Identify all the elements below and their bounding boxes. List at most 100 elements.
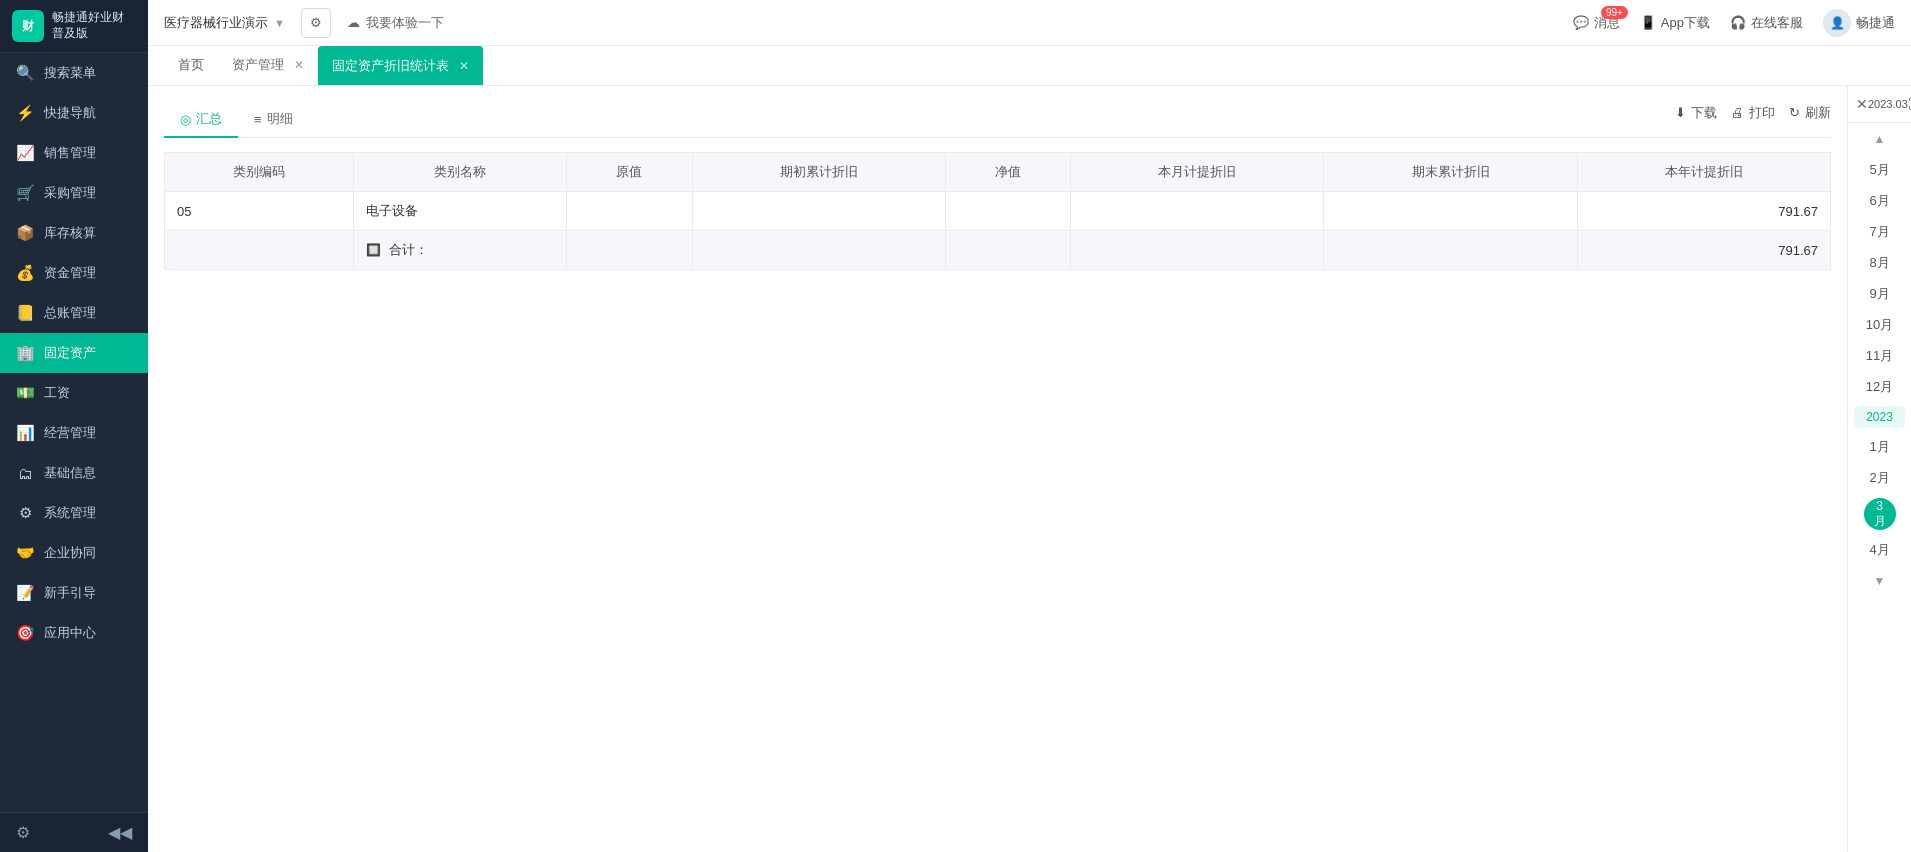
customer-service-label: 在线客服 [1751,14,1803,32]
cell-total-period-end-dep [1324,231,1577,270]
sidebar-item-inventory[interactable]: 📦 库存核算 [0,213,148,253]
cell-initial-dep-0 [692,192,945,231]
depreciation-table-wrapper: 类别编码 类别名称 原值 期初累计折旧 净值 本月计提折旧 期末累计折旧 本年计… [164,152,1831,836]
download-button[interactable]: ⬇ 下载 [1675,104,1717,122]
topbar-settings-button[interactable]: ⚙ [301,8,331,38]
col-header-initial-depreciation: 期初累计折旧 [692,153,945,192]
sidebar-item-fixed-assets[interactable]: 🏢 固定资产 [0,333,148,373]
sidebar-item-system[interactable]: ⚙ 系统管理 [0,493,148,533]
tab-bar: 首页 资产管理 ✕ 固定资产折旧统计表 ✕ [148,46,1911,86]
refresh-button[interactable]: ↻ 刷新 [1789,104,1831,122]
date-month-item[interactable]: 9月 [1854,279,1905,309]
cell-total-yearly-dep: 791.67 [1577,231,1830,270]
ledger-icon: 📒 [16,304,34,322]
sidebar-item-label-purchase: 采购管理 [44,184,96,202]
tab-fixed-asset-label: 固定资产折旧统计表 [332,57,449,75]
sidebar-item-payroll[interactable]: 💵 工资 [0,373,148,413]
company-selector[interactable]: 医疗器械行业演示 ▼ [164,14,285,32]
tab-fixed-asset-depreciation[interactable]: 固定资产折旧统计表 ✕ [318,46,483,85]
tab-asset-management[interactable]: 资产管理 ✕ [218,46,318,85]
sidebar-item-label-operations: 经营管理 [44,424,96,442]
company-dropdown-icon: ▼ [274,17,285,29]
message-badge: 99+ [1601,6,1628,19]
date-month-item[interactable]: 6月 [1854,186,1905,216]
cell-total-label: 🔲 合计： [354,231,567,270]
date-month-item[interactable]: 4月 [1854,535,1905,565]
sidebar-item-sales[interactable]: 📈 销售管理 [0,133,148,173]
sidebar-item-quick-nav[interactable]: ⚡ 快捷导航 [0,93,148,133]
tab-home[interactable]: 首页 [164,46,218,85]
subtab-summary[interactable]: ◎ 汇总 [164,102,238,138]
sidebar-item-guide[interactable]: 📝 新手引导 [0,573,148,613]
collapse-icon[interactable]: ◀◀ [108,823,132,842]
close-panel-button[interactable]: ✕ [1856,96,1868,112]
sidebar-item-label-system: 系统管理 [44,504,96,522]
total-label-text: 合计： [389,242,428,257]
download-label: 下载 [1691,104,1717,122]
date-month-item[interactable]: 12月 [1854,372,1905,402]
sidebar-item-operations[interactable]: 📊 经营管理 [0,413,148,453]
avatar: 👤 [1823,9,1851,37]
content-area: ◎ 汇总 ≡ 明细 ⬇ 下载 🖨 打印 [148,86,1911,852]
app-download-button[interactable]: 📱 App下载 [1640,14,1710,32]
date-month-item[interactable]: 2月 [1854,463,1905,493]
total-icon: 🔲 [366,243,381,257]
print-label: 打印 [1749,104,1775,122]
cell-name-0: 电子设备 [354,192,567,231]
download-icon: ⬇ [1675,105,1686,120]
subtab-detail-label: 明细 [267,110,293,128]
refresh-label: 刷新 [1805,104,1831,122]
sidebar-logo: 财 畅捷通好业财 普及版 [0,0,148,53]
date-month-current[interactable]: 3月 [1864,498,1896,530]
sidebar-item-app-center[interactable]: 🎯 应用中心 [0,613,148,653]
date-sidebar: ▲ 5月 6月 7月 8月 9月 10月 11月 12月 2023 1月 2月 … [1848,123,1911,852]
message-button[interactable]: 💬 消息 99+ [1573,14,1620,32]
col-header-monthly-depreciation: 本月计提折旧 [1071,153,1324,192]
print-button[interactable]: 🖨 打印 [1731,104,1775,122]
guide-icon: 📝 [16,584,34,602]
user-menu[interactable]: 👤 畅捷通 [1823,9,1895,37]
settings-icon[interactable]: ⚙ [16,823,30,842]
sidebar-nav: 🔍 搜索菜单 ⚡ 快捷导航 📈 销售管理 🛒 采购管理 📦 库存核算 💰 资金管… [0,53,148,812]
sidebar-item-search[interactable]: 🔍 搜索菜单 [0,53,148,93]
tab-asset-management-close[interactable]: ✕ [294,58,304,72]
fixed-assets-icon: 🏢 [16,344,34,362]
sidebar-bottom: ⚙ ◀◀ [0,812,148,852]
search-nav-icon: 🔍 [16,64,34,82]
tab-fixed-asset-close[interactable]: ✕ [459,59,469,73]
date-month-item[interactable]: 1月 [1854,432,1905,462]
date-nav-up[interactable]: ▲ [1868,127,1892,151]
user-label: 畅捷通 [1856,14,1895,32]
date-month-item[interactable]: 5月 [1854,155,1905,185]
logo-icon: 财 [12,10,44,42]
date-panel-header: ✕ 2023.03 ⛶ [1848,86,1911,123]
basic-info-icon: 🗂 [16,464,34,482]
sidebar-item-funds[interactable]: 💰 资金管理 [0,253,148,293]
customer-service-button[interactable]: 🎧 在线客服 [1730,14,1803,32]
sidebar-item-ledger[interactable]: 📒 总账管理 [0,293,148,333]
sidebar-item-enterprise[interactable]: 🤝 企业协同 [0,533,148,573]
quick-nav-icon: ⚡ [16,104,34,122]
sidebar-item-label-enterprise: 企业协同 [44,544,96,562]
funds-icon: 💰 [16,264,34,282]
date-month-item[interactable]: 8月 [1854,248,1905,278]
date-nav-down[interactable]: ▼ [1868,569,1892,593]
col-header-net-value: 净值 [945,153,1070,192]
experience-button[interactable]: ☁ 我要体验一下 [347,14,444,32]
toolbar: ⬇ 下载 🖨 打印 ↻ 刷新 [1675,104,1831,122]
date-month-item[interactable]: 10月 [1854,310,1905,340]
date-month-item[interactable]: 11月 [1854,341,1905,371]
date-month-item[interactable]: 7月 [1854,217,1905,247]
logo-text: 畅捷通好业财 普及版 [52,10,124,41]
sidebar-item-purchase[interactable]: 🛒 采购管理 [0,173,148,213]
cell-net-value-0 [945,192,1070,231]
system-icon: ⚙ [16,504,34,522]
operations-icon: 📊 [16,424,34,442]
experience-label: 我要体验一下 [366,14,444,32]
sidebar-item-label-ledger: 总账管理 [44,304,96,322]
logo-title: 畅捷通好业财 [52,10,124,26]
summary-tab-icon: ◎ [180,112,191,127]
sidebar-item-basic-info[interactable]: 🗂 基础信息 [0,453,148,493]
cell-total-empty [165,231,354,270]
subtab-detail[interactable]: ≡ 明细 [238,102,309,138]
